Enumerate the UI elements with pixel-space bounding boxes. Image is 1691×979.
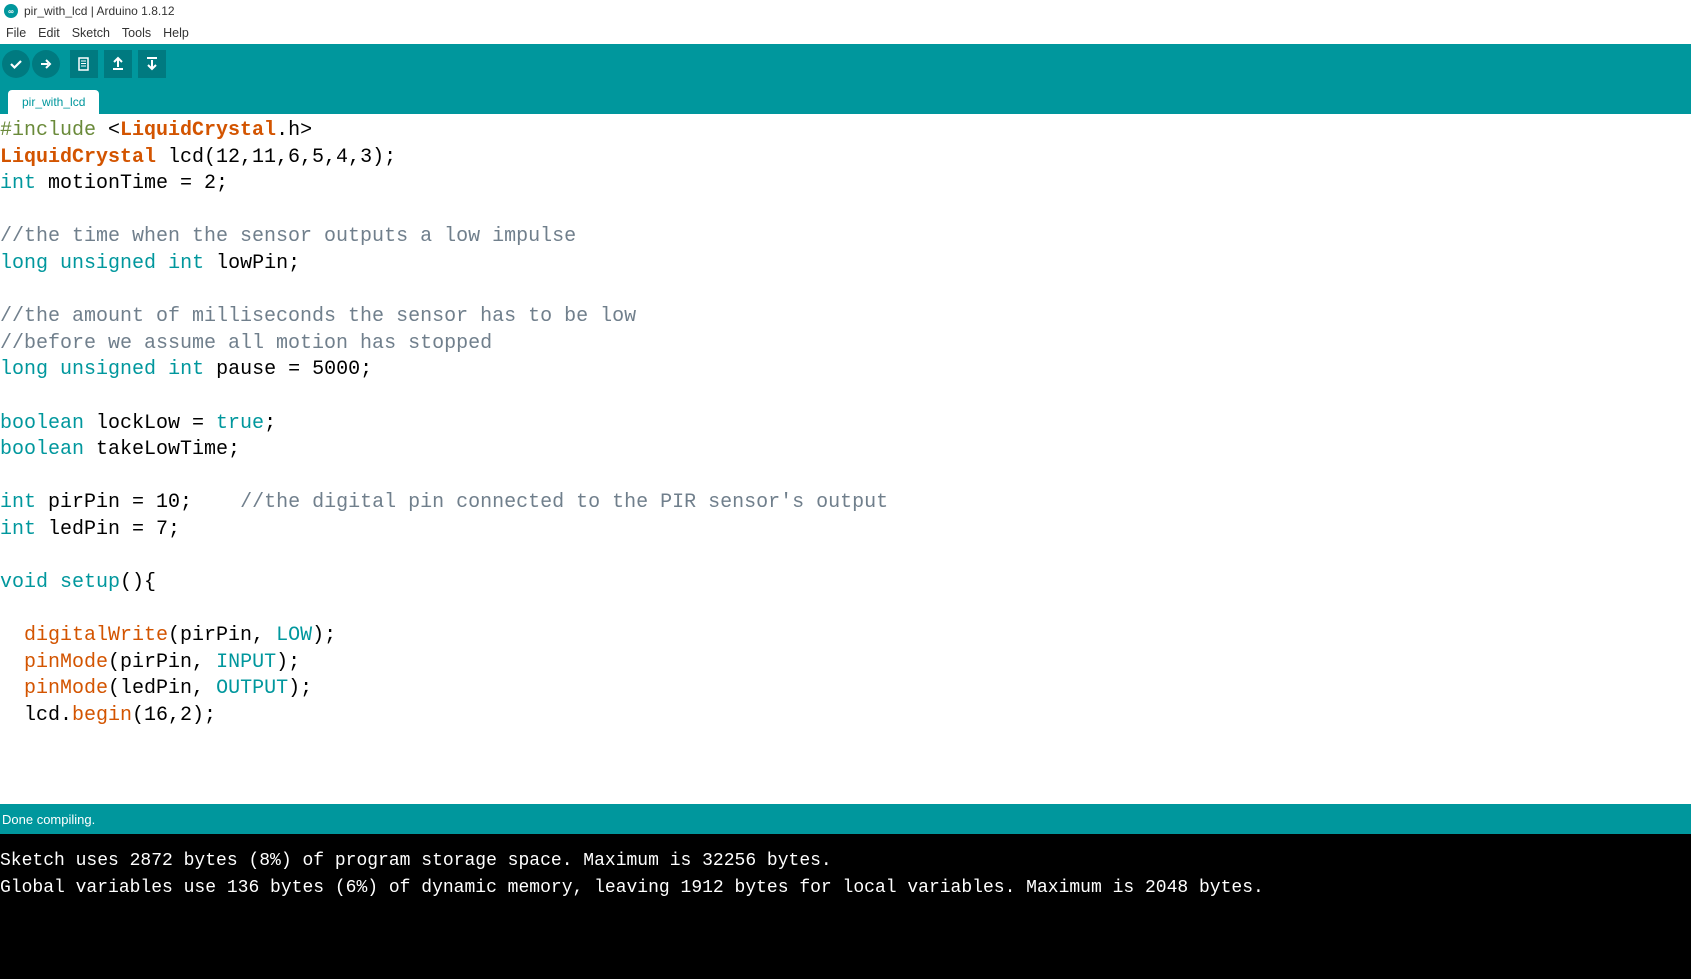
menu-bar: File Edit Sketch Tools Help xyxy=(0,22,1691,44)
menu-edit[interactable]: Edit xyxy=(32,24,66,42)
menu-help[interactable]: Help xyxy=(157,24,195,42)
window-titlebar: ∞ pir_with_lcd | Arduino 1.8.12 xyxy=(0,0,1691,22)
open-button[interactable] xyxy=(104,50,132,78)
toolbar xyxy=(0,44,1691,84)
console-partial-line xyxy=(0,834,1691,848)
tab-bar: pir_with_lcd xyxy=(0,84,1691,114)
console-line-1: Sketch uses 2872 bytes (8%) of program s… xyxy=(0,848,1691,875)
window-title: pir_with_lcd | Arduino 1.8.12 xyxy=(24,4,175,18)
console-output[interactable]: Sketch uses 2872 bytes (8%) of program s… xyxy=(0,834,1691,979)
tab-sketch[interactable]: pir_with_lcd xyxy=(8,90,99,114)
upload-button[interactable] xyxy=(32,50,60,78)
verify-button[interactable] xyxy=(2,50,30,78)
menu-sketch[interactable]: Sketch xyxy=(66,24,116,42)
menu-tools[interactable]: Tools xyxy=(116,24,157,42)
new-button[interactable] xyxy=(70,50,98,78)
console-line-2: Global variables use 136 bytes (6%) of d… xyxy=(0,875,1691,902)
status-bar: Done compiling. xyxy=(0,804,1691,834)
code-editor[interactable]: #include <LiquidCrystal.h> LiquidCrystal… xyxy=(0,114,1691,804)
status-text: Done compiling. xyxy=(2,812,95,827)
save-button[interactable] xyxy=(138,50,166,78)
menu-file[interactable]: File xyxy=(0,24,32,42)
arduino-app-icon: ∞ xyxy=(4,4,18,18)
